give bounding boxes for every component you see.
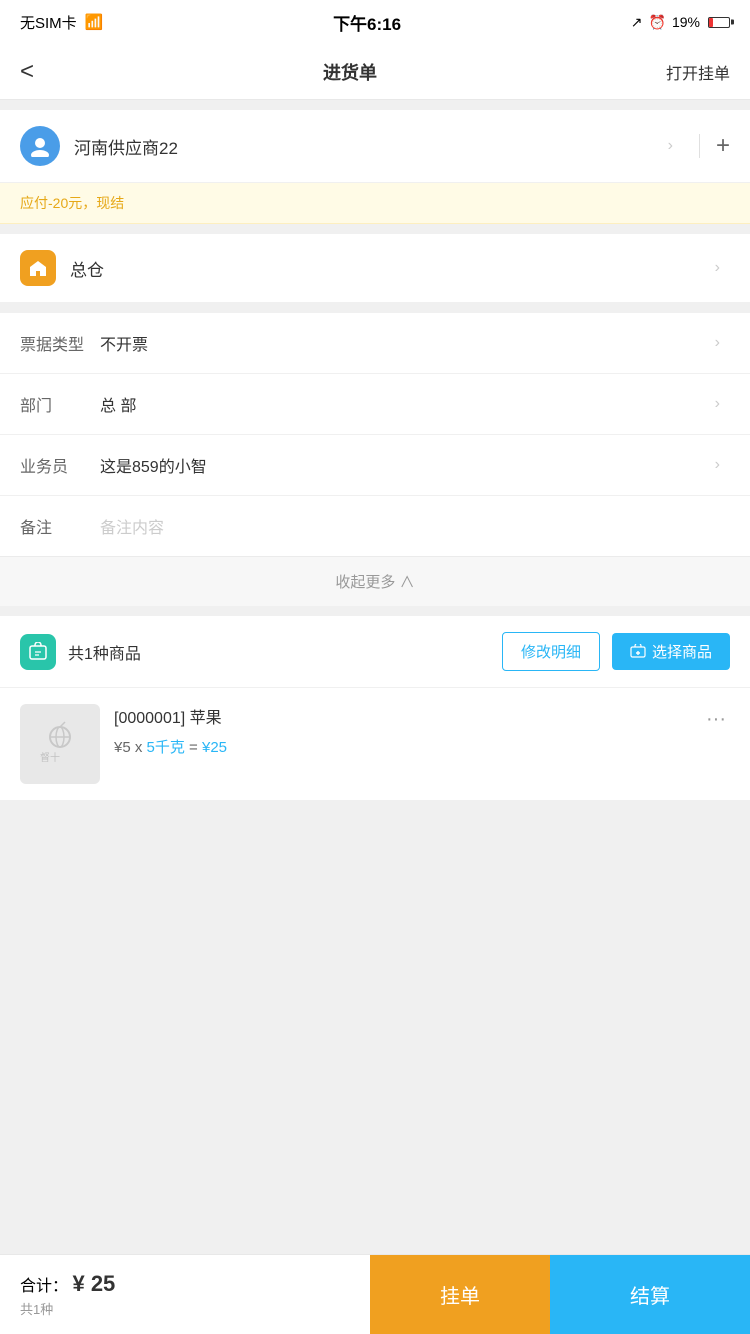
- back-button[interactable]: <: [20, 58, 34, 86]
- product-info: [0000001] 苹果 ¥5 x 5千克 = ¥25: [114, 704, 688, 757]
- section-gap-3: [0, 302, 750, 312]
- warehouse-name: 总仓: [70, 256, 715, 281]
- supplier-row[interactable]: 河南供应商22 › +: [0, 110, 750, 183]
- checkout-button[interactable]: 结算: [550, 1255, 750, 1334]
- salesman-value: 这是859的小智: [100, 453, 715, 477]
- dept-label: 部门: [20, 392, 100, 416]
- warehouse-section: 总仓 ›: [0, 234, 750, 302]
- battery-icon: [708, 17, 730, 28]
- add-supplier-button[interactable]: +: [716, 132, 730, 160]
- salesman-label: 业务员: [20, 453, 100, 477]
- products-icon: [20, 634, 56, 670]
- supplier-chevron-icon: ›: [668, 137, 673, 155]
- form-row-invoice[interactable]: 票据类型 不开票 ›: [0, 312, 750, 373]
- battery-label: 19%: [672, 14, 700, 30]
- bottom-bar: 合计： ¥ 25 共1种 挂单 结算: [0, 1254, 750, 1334]
- product-multiply-icon: x: [135, 739, 147, 756]
- alarm-icon: ⏰: [649, 14, 666, 31]
- products-count: 共1种商品: [68, 640, 490, 664]
- form-row-salesman[interactable]: 业务员 这是859的小智 ›: [0, 434, 750, 495]
- note-label: 备注: [20, 514, 100, 538]
- status-right: ↗ ⏰ 19%: [631, 14, 730, 31]
- status-left: 无SIM卡 📶: [20, 12, 103, 33]
- salesman-chevron-icon: ›: [715, 456, 720, 474]
- total-label: 合计：: [20, 1278, 68, 1295]
- supplier-section: 河南供应商22 › + 应付-20元，现结: [0, 110, 750, 224]
- invoice-value: 不开票: [100, 331, 715, 355]
- hang-button[interactable]: 挂单: [370, 1255, 550, 1334]
- invoice-label: 票据类型: [20, 331, 100, 355]
- invoice-chevron-icon: ›: [715, 334, 720, 352]
- status-bar: 无SIM卡 📶 下午6:16 ↗ ⏰ 19%: [0, 0, 750, 44]
- total-count: 共1种: [20, 1299, 350, 1318]
- section-gap-1: [0, 100, 750, 110]
- section-gap-4: [0, 606, 750, 616]
- total-amount: ¥ 25: [72, 1271, 115, 1296]
- product-price: ¥5 x 5千克 = ¥25: [114, 736, 688, 757]
- nav-bar: < 进货单 打开挂单: [0, 44, 750, 100]
- product-thumbnail: 督十: [20, 704, 100, 784]
- edit-detail-button[interactable]: 修改明细: [502, 632, 600, 671]
- total-section: 合计： ¥ 25 共1种: [0, 1271, 370, 1318]
- page-title: 进货单: [323, 59, 377, 85]
- carrier-label: 无SIM卡: [20, 12, 77, 33]
- open-hang-button[interactable]: 打开挂单: [666, 60, 730, 84]
- product-total: ¥25: [202, 739, 227, 756]
- product-name: [0000001] 苹果: [114, 704, 688, 728]
- supplier-avatar: [20, 126, 60, 166]
- form-row-note[interactable]: 备注 备注内容: [0, 495, 750, 556]
- select-product-label: 选择商品: [652, 641, 712, 662]
- warehouse-icon: [20, 250, 56, 286]
- status-time: 下午6:16: [333, 10, 401, 35]
- dept-value: 总 部: [100, 392, 715, 416]
- location-icon: ↗: [631, 14, 643, 31]
- notice-bar: 应付-20元，现结: [0, 183, 750, 224]
- product-more-button[interactable]: ···: [702, 704, 730, 735]
- products-header: 共1种商品 修改明细 选择商品: [0, 616, 750, 687]
- wifi-icon: 📶: [85, 13, 104, 31]
- form-section: 票据类型 不开票 › 部门 总 部 › 业务员 这是859的小智 › 备注 备注…: [0, 312, 750, 556]
- form-row-dept[interactable]: 部门 总 部 ›: [0, 373, 750, 434]
- collapse-bar[interactable]: 收起更多 ∧: [0, 556, 750, 606]
- product-id: [0000001]: [114, 710, 185, 727]
- note-placeholder[interactable]: 备注内容: [100, 514, 730, 538]
- product-unit-price: ¥5: [114, 739, 131, 756]
- dept-chevron-icon: ›: [715, 395, 720, 413]
- warehouse-chevron-icon: ›: [715, 259, 720, 277]
- supplier-name: 河南供应商22: [74, 134, 668, 159]
- select-product-button[interactable]: 选择商品: [612, 633, 730, 670]
- divider: [699, 134, 700, 158]
- product-quantity[interactable]: 5千克: [147, 739, 185, 756]
- section-gap-2: [0, 224, 750, 234]
- notice-text: 应付-20元，现结: [20, 195, 124, 211]
- svg-text:督十: 督十: [40, 751, 60, 764]
- product-item: 督十 [0000001] 苹果 ¥5 x 5千克 = ¥25 ···: [0, 687, 750, 800]
- products-section: 共1种商品 修改明细 选择商品 督十 [0000001] 苹果: [0, 616, 750, 800]
- product-equals-icon: =: [189, 739, 202, 756]
- bottom-spacer: [0, 800, 750, 880]
- warehouse-row[interactable]: 总仓 ›: [0, 234, 750, 302]
- product-title: 苹果: [190, 710, 222, 727]
- total-row: 合计： ¥ 25: [20, 1271, 350, 1297]
